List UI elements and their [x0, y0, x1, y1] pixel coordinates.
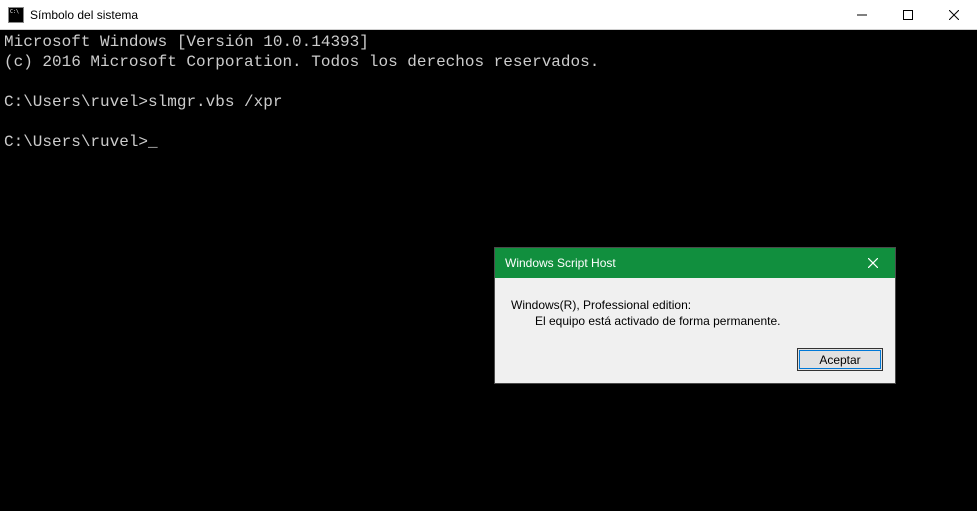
dialog-message-line2: El equipo está activado de forma permane…: [511, 314, 879, 328]
accept-button[interactable]: Aceptar: [797, 348, 883, 371]
dialog-close-button[interactable]: [850, 248, 895, 278]
terminal-cursor: _: [148, 132, 158, 152]
terminal-command: slmgr.vbs /xpr: [148, 93, 282, 111]
dialog-title-bar[interactable]: Windows Script Host: [495, 248, 895, 278]
dialog-button-row: Aceptar: [495, 340, 895, 383]
dialog-title: Windows Script Host: [505, 256, 850, 270]
dialog-body: Windows(R), Professional edition: El equ…: [495, 278, 895, 340]
terminal-line: Microsoft Windows [Versión 10.0.14393]: [4, 33, 369, 51]
cmd-icon: [8, 7, 24, 23]
close-button[interactable]: [931, 0, 977, 29]
terminal-line: (c) 2016 Microsoft Corporation. Todos lo…: [4, 53, 599, 71]
window-title: Símbolo del sistema: [30, 8, 839, 22]
terminal-prompt: C:\Users\ruvel>: [4, 133, 148, 151]
title-bar: Símbolo del sistema: [0, 0, 977, 30]
terminal-prompt: C:\Users\ruvel>: [4, 93, 148, 111]
script-host-dialog: Windows Script Host Windows(R), Professi…: [494, 247, 896, 384]
window-controls: [839, 0, 977, 29]
minimize-button[interactable]: [839, 0, 885, 29]
dialog-message-line1: Windows(R), Professional edition:: [511, 298, 879, 312]
maximize-button[interactable]: [885, 0, 931, 29]
